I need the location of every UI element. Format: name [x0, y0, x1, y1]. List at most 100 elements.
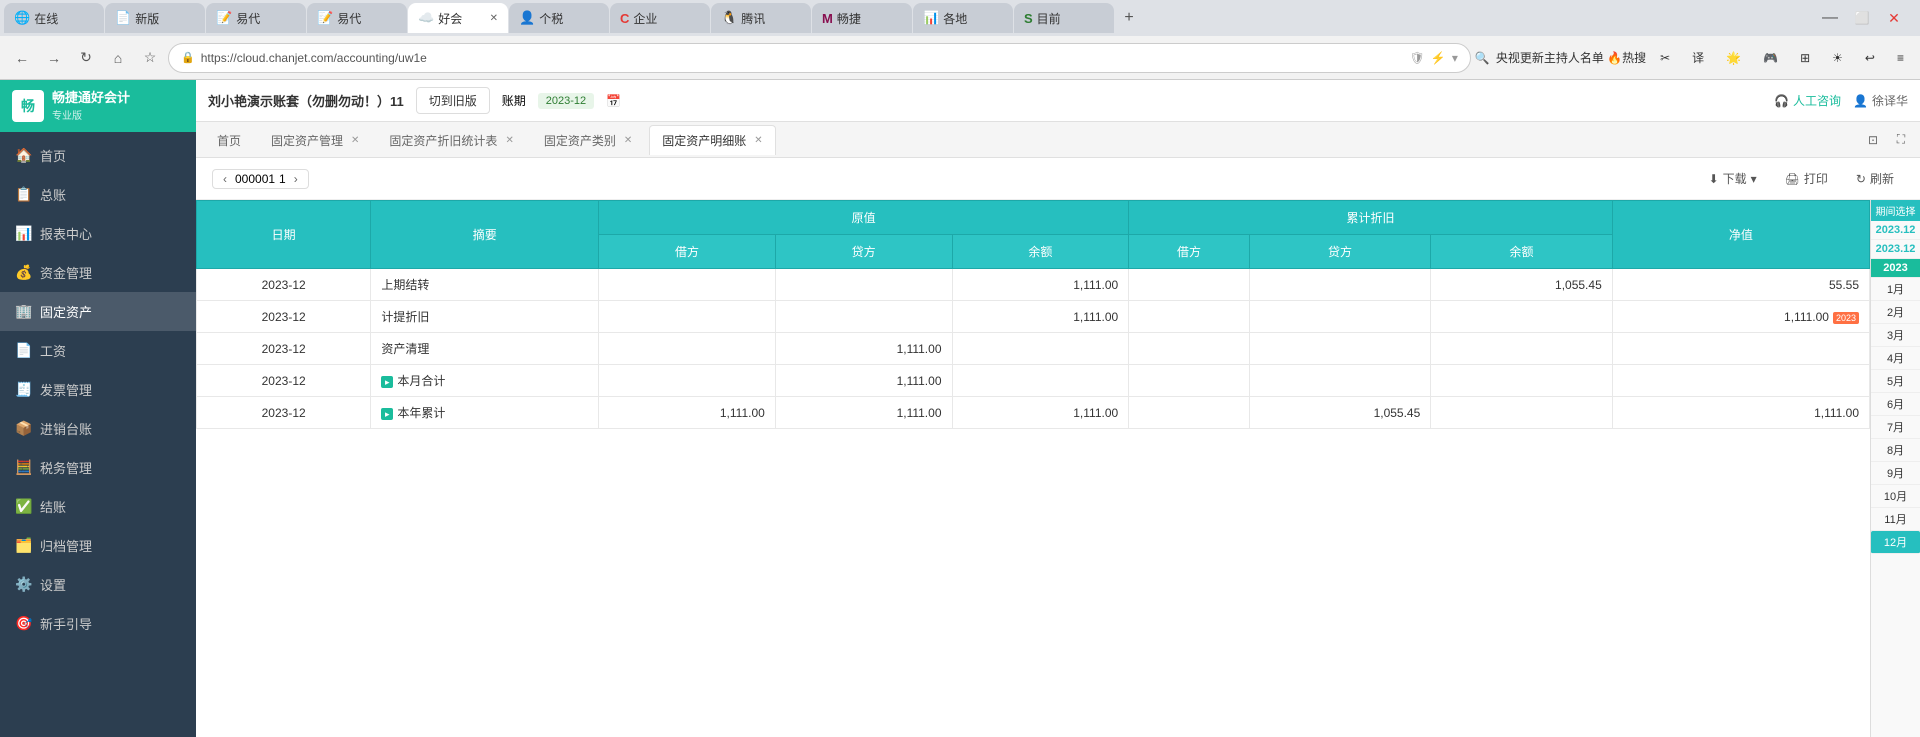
tab-maximize-area: ⊡ ⛶	[1862, 129, 1912, 151]
reload-button[interactable]: ↻	[72, 44, 100, 72]
sidebar-item-settings[interactable]: ⚙️ 设置	[0, 565, 196, 604]
cell-orig-balance: 1,111.00	[952, 301, 1129, 333]
tab-label-yidai2: 易代	[337, 10, 361, 27]
period-month-2[interactable]: 2月	[1871, 301, 1920, 324]
window-minimize-btn[interactable]: —	[1816, 4, 1844, 32]
period-month-6[interactable]: 6月	[1871, 393, 1920, 416]
period-start-date[interactable]: 2023.12	[1871, 221, 1920, 240]
tab-changjie[interactable]: M 畅捷	[812, 3, 912, 33]
tab-new[interactable]: 📄 新版	[105, 3, 205, 33]
refresh-btn[interactable]: ↻ 刷新	[1846, 166, 1904, 191]
switch-version-btn[interactable]: 切到旧版	[416, 87, 490, 114]
sidebar-item-guide[interactable]: 🎯 新手引导	[0, 604, 196, 643]
period-label: 账期	[502, 92, 526, 109]
sidebar-item-tax[interactable]: 🧮 税务管理	[0, 448, 196, 487]
page-tab-depreciation[interactable]: 固定资产折旧统计表 ✕	[376, 125, 526, 155]
sidebar-item-label-ledger: 总账	[40, 185, 66, 204]
sidebar-item-reports[interactable]: 📊 报表中心	[0, 214, 196, 253]
page-tab-label-assets-mgmt: 固定资产管理	[271, 132, 343, 149]
window-restore-btn[interactable]: ⬜	[1848, 4, 1876, 32]
page-tab-home[interactable]: 首页	[204, 125, 254, 155]
sidebar-item-invoice[interactable]: 🧾 发票管理	[0, 370, 196, 409]
tab-label-new: 新版	[135, 10, 159, 27]
print-btn[interactable]: 🖨 打印	[1775, 166, 1838, 191]
tab-tencent[interactable]: 🐧 腾讯	[711, 3, 811, 33]
sidebar-item-inventory[interactable]: 📦 进销台账	[0, 409, 196, 448]
col-summary-header: 摘要	[371, 201, 599, 269]
menu-btn[interactable]: ≡	[1889, 49, 1912, 67]
sidebar-item-ledger[interactable]: 📋 总账	[0, 175, 196, 214]
home-button[interactable]: ⌂	[104, 44, 132, 72]
tab-gedi[interactable]: 📊 各地	[913, 3, 1013, 33]
grid-btn[interactable]: ⊞	[1792, 49, 1818, 67]
period-year-2023[interactable]: 2023	[1871, 259, 1920, 278]
pagination-code-input[interactable]	[235, 172, 275, 186]
tab-geshui[interactable]: 👤 个税	[509, 3, 609, 33]
page-tab-category[interactable]: 固定资产类别 ✕	[531, 125, 645, 155]
period-month-3[interactable]: 3月	[1871, 324, 1920, 347]
scissors-btn[interactable]: ✂	[1652, 49, 1678, 67]
tab-online[interactable]: 🌐 在线	[4, 3, 104, 33]
col-accum-credit-header: 贷方	[1249, 235, 1430, 269]
download-btn[interactable]: ⬇ 下载 ▾	[1699, 166, 1767, 191]
col-net-header: 净值	[1612, 201, 1869, 269]
period-end-date[interactable]: 2023.12	[1871, 240, 1920, 259]
period-month-5[interactable]: 5月	[1871, 370, 1920, 393]
period-month-1[interactable]: 1月	[1871, 278, 1920, 301]
cell-accum-debit	[1129, 397, 1250, 429]
tab-muqian[interactable]: S 目前	[1014, 3, 1114, 33]
col-date-header: 日期	[197, 201, 371, 269]
page-tab-assets-mgmt[interactable]: 固定资产管理 ✕	[258, 125, 372, 155]
sidebar-item-home[interactable]: 🏠 首页	[0, 136, 196, 175]
page-tab-close-category[interactable]: ✕	[624, 135, 632, 146]
download-icon: ⬇	[1709, 172, 1719, 186]
page-tab-close-assets-mgmt[interactable]: ✕	[351, 135, 359, 146]
help-btn[interactable]: 🎧 人工咨询	[1774, 92, 1841, 109]
period-month-11[interactable]: 11月	[1871, 508, 1920, 531]
sidebar-item-payroll[interactable]: 📄 工资	[0, 331, 196, 370]
pagination-prev-btn[interactable]: ‹	[219, 172, 231, 186]
gold-btn[interactable]: 🌟	[1718, 49, 1749, 67]
forward-button[interactable]: →	[40, 44, 68, 72]
sun-btn[interactable]: ☀	[1824, 49, 1851, 67]
cell-accum-credit: 1,055.45	[1249, 397, 1430, 429]
sidebar-item-archive[interactable]: 🗂️ 归档管理	[0, 526, 196, 565]
period-month-4[interactable]: 4月	[1871, 347, 1920, 370]
sidebar-item-fixed-assets[interactable]: 🏢 固定资产	[0, 292, 196, 331]
page-tab-label-home: 首页	[217, 132, 241, 149]
report-icon: 📊	[16, 226, 32, 242]
tab-restore-btn[interactable]: ⊡	[1862, 129, 1884, 151]
tab-maximize-btn[interactable]: ⛶	[1890, 129, 1912, 151]
translate-btn[interactable]: 译	[1684, 47, 1712, 68]
period-month-10[interactable]: 10月	[1871, 485, 1920, 508]
period-month-12[interactable]: 12月	[1871, 531, 1920, 554]
tab-yidai2[interactable]: 📝 易代	[307, 3, 407, 33]
new-tab-button[interactable]: +	[1115, 4, 1143, 32]
cell-net: 1,111.00	[1612, 397, 1869, 429]
tab-close-haohui[interactable]: ✕	[490, 13, 498, 24]
window-close-btn[interactable]: ✕	[1880, 4, 1908, 32]
game-btn[interactable]: 🎮	[1755, 49, 1786, 67]
bookmark-button[interactable]: ☆	[136, 44, 164, 72]
tab-qiye[interactable]: C 企业	[610, 3, 710, 33]
period-month-7[interactable]: 7月	[1871, 416, 1920, 439]
period-value: 2023-12	[538, 93, 594, 109]
page-tab-close-depreciation[interactable]: ✕	[505, 135, 513, 146]
period-month-9[interactable]: 9月	[1871, 462, 1920, 485]
page-tab-close-detail[interactable]: ✕	[754, 135, 762, 146]
settings-icon: ⚙️	[16, 577, 32, 593]
back-button[interactable]: ←	[8, 44, 36, 72]
tab-label-yidai1: 易代	[236, 10, 260, 27]
tab-haohui[interactable]: ☁️ 好会 ✕	[408, 3, 508, 33]
browser-chrome: 🌐 在线 📄 新版 📝 易代 📝 易代 ☁️ 好会 ✕ 👤 个税 C 企业	[0, 0, 1920, 80]
pagination-next-btn[interactable]: ›	[290, 172, 302, 186]
sidebar-item-funds[interactable]: 💰 资金管理	[0, 253, 196, 292]
address-bar[interactable]: 🔒 https://cloud.chanjet.com/accounting/u…	[168, 43, 1471, 73]
page-tab-detail[interactable]: 固定资产明细账 ✕	[649, 125, 775, 155]
user-btn[interactable]: 👤 徐译华	[1853, 92, 1908, 109]
sidebar-item-close[interactable]: ✅ 结账	[0, 487, 196, 526]
tab-yidai1[interactable]: 📝 易代	[206, 3, 306, 33]
undo-btn[interactable]: ↩	[1857, 49, 1883, 67]
archive-icon: 🗂️	[16, 538, 32, 554]
period-month-8[interactable]: 8月	[1871, 439, 1920, 462]
